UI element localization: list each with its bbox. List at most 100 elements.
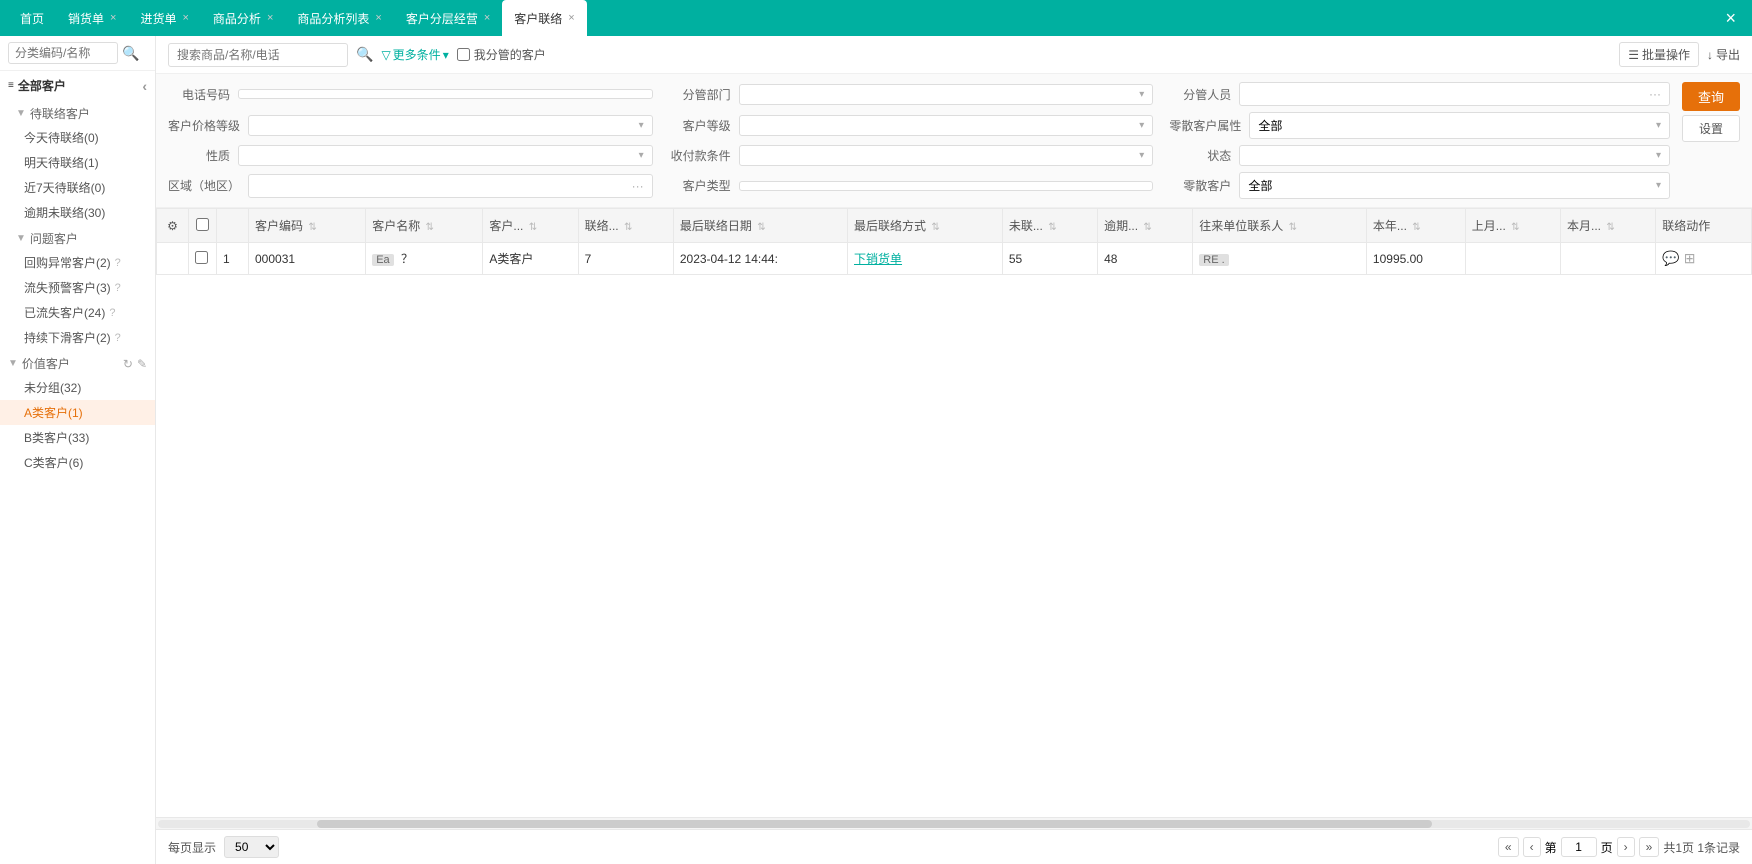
sidebar-item-a-class[interactable]: A类客户(1) — [0, 400, 155, 425]
filter-input-phone[interactable] — [238, 89, 653, 99]
scrollbar-track[interactable] — [158, 820, 1750, 828]
query-button[interactable]: 查询 — [1682, 82, 1740, 111]
th-no-contact[interactable]: 未联... ⇅ — [1002, 209, 1097, 243]
sidebar-item-churn-warning[interactable]: 流失预警客户(3) ? — [0, 275, 155, 300]
th-this-year[interactable]: 本年... ⇅ — [1366, 209, 1465, 243]
nav-tab-analysis-list[interactable]: 商品分析列表 × — [285, 0, 393, 36]
export-btn[interactable]: ↓ 导出 — [1707, 46, 1740, 63]
nav-tab-home[interactable]: 首页 — [8, 0, 56, 36]
last-page-btn[interactable]: » — [1639, 837, 1660, 857]
nav-tab-sales[interactable]: 销货单 × — [56, 0, 128, 36]
edit-icon[interactable]: ✎ — [137, 357, 147, 371]
row-checkbox[interactable] — [195, 251, 208, 264]
sort-code-icon[interactable]: ⇅ — [308, 222, 316, 233]
my-customers-checkbox[interactable] — [457, 48, 470, 61]
batch-op-btn[interactable]: ☰ 批量操作 — [1619, 42, 1699, 67]
sidebar-item-today[interactable]: 今天待联络(0) — [0, 125, 155, 150]
td-checkbox[interactable] — [189, 243, 217, 275]
sort-overdue-icon[interactable]: ⇅ — [1143, 222, 1151, 233]
sidebar-item-lost[interactable]: 已流失客户(24) ? — [0, 300, 155, 325]
filter-input-nature[interactable]: ▾ — [238, 145, 653, 166]
th-last-method[interactable]: 最后联络方式 ⇅ — [848, 209, 1003, 243]
th-gear[interactable]: ⚙ — [157, 209, 189, 243]
filter-input-retail-attr[interactable]: 全部 ▾ — [1249, 112, 1670, 139]
last-method-link[interactable]: 下销货单 — [854, 252, 902, 266]
filter-input-retail[interactable]: 全部 ▾ — [1239, 172, 1670, 199]
main-search-input[interactable] — [168, 43, 348, 67]
sort-name-icon[interactable]: ⇅ — [426, 222, 434, 233]
page-num-input[interactable] — [1561, 837, 1597, 857]
sidebar-item-repurchase-abnormal[interactable]: 回购异常客户(2) ? — [0, 250, 155, 275]
th-last-month[interactable]: 上月... ⇅ — [1465, 209, 1560, 243]
th-code[interactable]: 客户编码 ⇅ — [249, 209, 366, 243]
sidebar-item-declining[interactable]: 持续下滑客户(2) ? — [0, 325, 155, 350]
th-last-date[interactable]: 最后联络日期 ⇅ — [673, 209, 847, 243]
close-purchase-tab[interactable]: × — [182, 12, 188, 24]
filter-input-region[interactable]: ··· — [248, 174, 653, 198]
sidebar-search-icon[interactable]: 🔍 — [122, 45, 139, 62]
td-overdue: 48 — [1098, 243, 1193, 275]
sort-last-month-icon[interactable]: ⇅ — [1511, 222, 1519, 233]
settings-button[interactable]: 设置 — [1682, 115, 1740, 142]
filter-input-dept[interactable]: ▾ — [739, 84, 1154, 105]
filter-input-price-level[interactable]: ▾ — [248, 115, 653, 136]
close-customer-contact-tab[interactable]: × — [568, 12, 574, 24]
close-customer-tier-tab[interactable]: × — [484, 12, 490, 24]
close-sales-tab[interactable]: × — [110, 12, 116, 24]
th-contact[interactable]: 联络... ⇅ — [578, 209, 673, 243]
value-customers-section[interactable]: ▼ 价值客户 ↻ ✎ — [0, 350, 155, 375]
th-this-month[interactable]: 本月... ⇅ — [1561, 209, 1656, 243]
problem-customers-section[interactable]: ▼ 问题客户 — [0, 225, 155, 250]
qr-icon[interactable]: ⊞ — [1684, 250, 1696, 267]
filter-input-payment[interactable]: ▾ — [739, 145, 1154, 166]
sidebar-item-c-class[interactable]: C类客户(6) — [0, 450, 155, 475]
filter-input-status[interactable]: ▾ — [1239, 145, 1670, 166]
sidebar-item-tomorrow[interactable]: 明天待联络(1) — [0, 150, 155, 175]
sort-this-year-icon[interactable]: ⇅ — [1412, 222, 1420, 233]
refresh-icon[interactable]: ↻ — [123, 357, 133, 371]
close-analysis-list-tab[interactable]: × — [375, 12, 381, 24]
sort-this-month-icon[interactable]: ⇅ — [1606, 222, 1614, 233]
prev-page-btn[interactable]: ‹ — [1523, 837, 1541, 857]
th-company-contact[interactable]: 往来单位联系人 ⇅ — [1193, 209, 1367, 243]
select-all-checkbox[interactable] — [196, 218, 209, 231]
sidebar-fold-btn[interactable]: ‹ — [142, 78, 147, 94]
close-all-btn[interactable]: × — [1717, 8, 1744, 29]
more-filters-btn[interactable]: ▽ 更多条件 ▾ — [381, 46, 448, 63]
sidebar-item-overdue[interactable]: 逾期未联络(30) — [0, 200, 155, 225]
sort-contact-icon[interactable]: ⇅ — [624, 222, 632, 233]
filter-input-customer-level[interactable]: ▾ — [739, 115, 1154, 136]
sort-type-icon[interactable]: ⇅ — [529, 222, 537, 233]
nav-tab-purchase[interactable]: 进货单 × — [128, 0, 200, 36]
sidebar-search-input[interactable] — [8, 42, 118, 64]
filter-input-person[interactable]: ··· — [1239, 82, 1670, 106]
nav-tab-analysis[interactable]: 商品分析 × — [201, 0, 285, 36]
th-overdue[interactable]: 逾期... ⇅ — [1098, 209, 1193, 243]
horizontal-scrollbar[interactable] — [156, 817, 1752, 829]
my-customers-filter[interactable]: 我分管的客户 — [457, 46, 546, 63]
page-size-select[interactable]: 50 100 200 — [224, 836, 279, 858]
pending-contact-section[interactable]: ▼ 待联络客户 — [0, 100, 155, 125]
th-type[interactable]: 客户... ⇅ — [483, 209, 578, 243]
sidebar-item-ungroup[interactable]: 未分组(32) — [0, 375, 155, 400]
sidebar-item-b-class[interactable]: B类客户(33) — [0, 425, 155, 450]
chat-icon[interactable]: 💬 — [1662, 250, 1679, 267]
scrollbar-thumb[interactable] — [317, 820, 1431, 828]
nav-tab-customer-tier[interactable]: 客户分层经营 × — [394, 0, 502, 36]
th-checkbox[interactable] — [189, 209, 217, 243]
filter-input-customer-type[interactable] — [739, 181, 1154, 191]
all-customers-collapse-icon: ≡ — [8, 80, 14, 91]
sidebar-item-7days[interactable]: 近7天待联络(0) — [0, 175, 155, 200]
sort-no-contact-icon[interactable]: ⇅ — [1048, 222, 1056, 233]
th-name[interactable]: 客户名称 ⇅ — [366, 209, 483, 243]
next-page-btn[interactable]: › — [1617, 837, 1635, 857]
nav-tab-customer-contact[interactable]: 客户联络 × — [502, 0, 586, 36]
main-search-icon[interactable]: 🔍 — [356, 46, 373, 63]
sort-company-contact-icon[interactable]: ⇅ — [1289, 222, 1297, 233]
td-last-method[interactable]: 下销货单 — [848, 243, 1003, 275]
sort-last-date-icon[interactable]: ⇅ — [757, 222, 765, 233]
sort-last-method-icon[interactable]: ⇅ — [931, 222, 939, 233]
all-customers-header[interactable]: ≡ 全部客户 ‹ — [0, 71, 155, 100]
close-analysis-tab[interactable]: × — [267, 12, 273, 24]
first-page-btn[interactable]: « — [1498, 837, 1519, 857]
